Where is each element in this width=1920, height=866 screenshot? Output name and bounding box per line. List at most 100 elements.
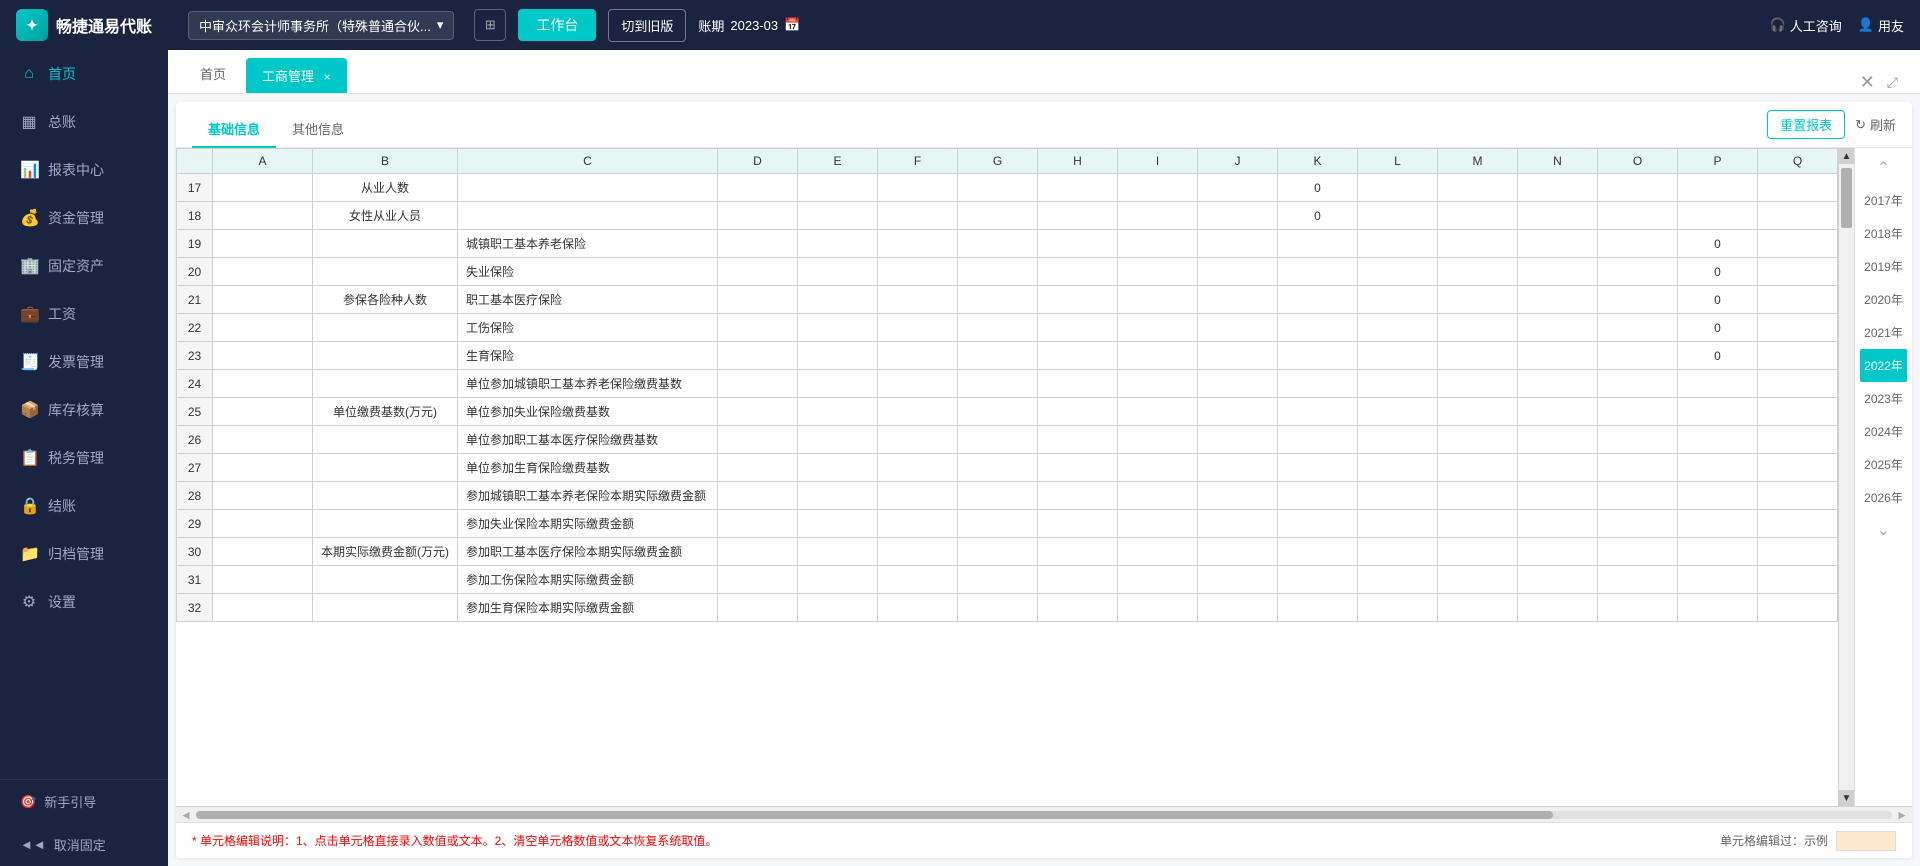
- cell-c[interactable]: [458, 202, 718, 230]
- cell-c[interactable]: 单位参加城镇职工基本养老保险缴费基数: [458, 370, 718, 398]
- cell-empty[interactable]: [1118, 202, 1198, 230]
- cell-empty[interactable]: [1038, 286, 1118, 314]
- consult-button[interactable]: 🎧 人工咨询: [1770, 16, 1842, 35]
- cell-b[interactable]: [313, 482, 458, 510]
- sidebar-item-tax[interactable]: 📋 税务管理: [0, 434, 168, 482]
- cell-empty[interactable]: [1118, 314, 1198, 342]
- sub-tab-other[interactable]: 其他信息: [276, 111, 360, 148]
- sidebar-item-close[interactable]: 🔒 结账: [0, 482, 168, 530]
- cell-empty[interactable]: [1518, 286, 1598, 314]
- cell-empty[interactable]: [1118, 566, 1198, 594]
- cell-empty[interactable]: [1598, 258, 1678, 286]
- cell-empty[interactable]: [1518, 566, 1598, 594]
- cell-k[interactable]: [1278, 370, 1358, 398]
- cell-empty[interactable]: [1118, 510, 1198, 538]
- cell-p[interactable]: [1678, 538, 1758, 566]
- cell-empty[interactable]: [1438, 230, 1518, 258]
- cell-q[interactable]: [1758, 314, 1838, 342]
- scroll-up-btn[interactable]: ▲: [1839, 148, 1854, 164]
- cell-k[interactable]: [1278, 510, 1358, 538]
- cell-empty[interactable]: [1438, 286, 1518, 314]
- cell-c[interactable]: 生育保险: [458, 342, 718, 370]
- cell-empty[interactable]: [1598, 510, 1678, 538]
- cell-empty[interactable]: [1038, 174, 1118, 202]
- cell-empty[interactable]: [958, 510, 1038, 538]
- sidebar-item-reports[interactable]: 📊 报表中心: [0, 146, 168, 194]
- cell-empty[interactable]: [718, 230, 798, 258]
- cell-empty[interactable]: [1438, 342, 1518, 370]
- user-area[interactable]: 👤 用友: [1858, 16, 1904, 35]
- sidebar-item-archive[interactable]: 📁 归档管理: [0, 530, 168, 578]
- horizontal-scrollbar[interactable]: ◄ ►: [176, 806, 1912, 822]
- cell-empty[interactable]: [718, 370, 798, 398]
- cell-empty[interactable]: [1118, 174, 1198, 202]
- cell-empty[interactable]: [1118, 398, 1198, 426]
- cell-empty[interactable]: [798, 510, 878, 538]
- cell-empty[interactable]: [1358, 202, 1438, 230]
- cell-empty[interactable]: [1598, 594, 1678, 622]
- cell-a[interactable]: [213, 286, 313, 314]
- cell-empty[interactable]: [878, 538, 958, 566]
- cell-k[interactable]: [1278, 454, 1358, 482]
- cell-empty[interactable]: [1118, 538, 1198, 566]
- cell-empty[interactable]: [878, 510, 958, 538]
- cell-empty[interactable]: [798, 538, 878, 566]
- cell-a[interactable]: [213, 370, 313, 398]
- cell-empty[interactable]: [1438, 370, 1518, 398]
- cell-empty[interactable]: [718, 538, 798, 566]
- cell-empty[interactable]: [1438, 426, 1518, 454]
- year-nav-down[interactable]: ⌄: [1855, 514, 1912, 546]
- cell-p[interactable]: [1678, 510, 1758, 538]
- cell-empty[interactable]: [798, 314, 878, 342]
- cell-empty[interactable]: [1038, 202, 1118, 230]
- cell-empty[interactable]: [1198, 202, 1278, 230]
- cell-empty[interactable]: [1118, 426, 1198, 454]
- cell-empty[interactable]: [958, 174, 1038, 202]
- cell-empty[interactable]: [798, 482, 878, 510]
- cell-empty[interactable]: [798, 370, 878, 398]
- cell-empty[interactable]: [1358, 426, 1438, 454]
- cell-empty[interactable]: [1038, 342, 1118, 370]
- cell-empty[interactable]: [1438, 202, 1518, 230]
- cell-empty[interactable]: [1038, 426, 1118, 454]
- calendar-icon[interactable]: 📅: [784, 17, 800, 33]
- cell-empty[interactable]: [878, 482, 958, 510]
- cell-empty[interactable]: [958, 426, 1038, 454]
- cell-empty[interactable]: [1038, 538, 1118, 566]
- cell-q[interactable]: [1758, 174, 1838, 202]
- cell-empty[interactable]: [1438, 398, 1518, 426]
- cell-a[interactable]: [213, 174, 313, 202]
- cell-empty[interactable]: [1518, 538, 1598, 566]
- cell-q[interactable]: [1758, 398, 1838, 426]
- cell-p[interactable]: [1678, 482, 1758, 510]
- cell-b[interactable]: 单位缴费基数(万元): [313, 398, 458, 426]
- sidebar-item-home[interactable]: ⌂ 首页: [0, 50, 168, 98]
- cell-empty[interactable]: [1118, 258, 1198, 286]
- cell-c[interactable]: 单位参加失业保险缴费基数: [458, 398, 718, 426]
- tab-biz-mgmt[interactable]: 工商管理 ×: [246, 58, 347, 93]
- cell-empty[interactable]: [1198, 286, 1278, 314]
- cell-empty[interactable]: [1598, 314, 1678, 342]
- old-version-button[interactable]: 切到旧版: [608, 9, 686, 42]
- refresh-button[interactable]: ↻ 刷新: [1855, 110, 1896, 139]
- cell-empty[interactable]: [1358, 314, 1438, 342]
- cell-c[interactable]: 参加生育保险本期实际缴费金额: [458, 594, 718, 622]
- cell-b[interactable]: [313, 342, 458, 370]
- cell-empty[interactable]: [798, 230, 878, 258]
- cell-empty[interactable]: [1438, 566, 1518, 594]
- cell-b[interactable]: [313, 454, 458, 482]
- unpin-item[interactable]: ◄◄ 取消固定: [0, 823, 168, 866]
- cell-empty[interactable]: [878, 594, 958, 622]
- sidebar-item-invoices[interactable]: 🧾 发票管理: [0, 338, 168, 386]
- cell-empty[interactable]: [718, 510, 798, 538]
- cell-empty[interactable]: [958, 454, 1038, 482]
- cell-empty[interactable]: [1518, 342, 1598, 370]
- cell-empty[interactable]: [878, 370, 958, 398]
- cell-a[interactable]: [213, 202, 313, 230]
- cell-empty[interactable]: [1038, 454, 1118, 482]
- year-item[interactable]: 2018年: [1860, 217, 1907, 250]
- cell-empty[interactable]: [1358, 230, 1438, 258]
- year-item[interactable]: 2025年: [1860, 448, 1907, 481]
- cell-b[interactable]: 女性从业人员: [313, 202, 458, 230]
- cell-empty[interactable]: [1518, 174, 1598, 202]
